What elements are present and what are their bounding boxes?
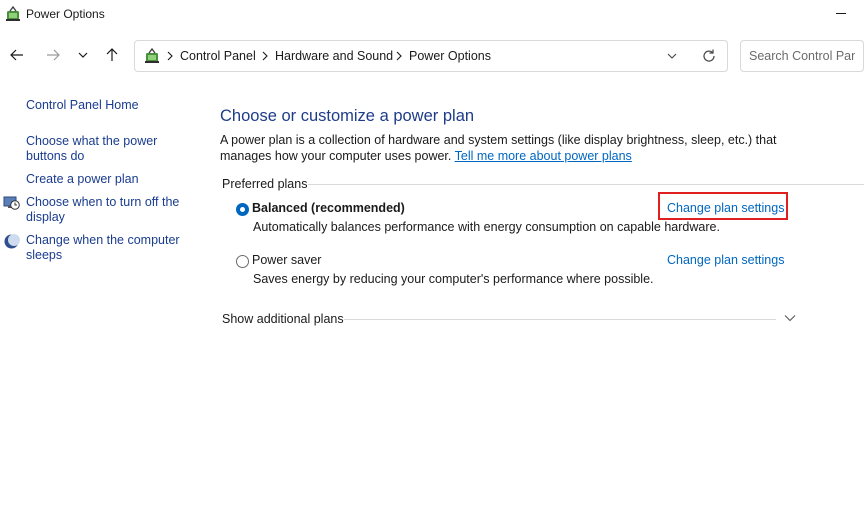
arrow-up-icon — [106, 48, 118, 61]
sidebar-item-power-buttons[interactable]: Choose what the power buttons do — [26, 134, 191, 164]
title-bar: Power Options — [0, 0, 868, 30]
window-title: Power Options — [26, 7, 105, 21]
recent-locations-button[interactable] — [72, 44, 94, 66]
learn-more-link[interactable]: Tell me more about power plans — [455, 149, 632, 163]
change-plan-settings-power-saver[interactable]: Change plan settings — [667, 253, 784, 267]
power-options-icon — [6, 5, 20, 21]
divider — [344, 319, 776, 320]
divider — [308, 184, 864, 185]
chevron-right-icon — [396, 51, 402, 61]
sidebar-item-turn-off-display[interactable]: Choose when to turn off the display — [26, 195, 191, 225]
change-plan-settings-balanced[interactable]: Change plan settings — [667, 201, 784, 215]
plan-description-power-saver: Saves energy by reducing your computer's… — [253, 272, 654, 286]
forward-button[interactable] — [42, 44, 64, 66]
page-title: Choose or customize a power plan — [220, 107, 475, 125]
up-button[interactable] — [101, 44, 123, 66]
chevron-right-icon — [167, 51, 173, 61]
back-button[interactable] — [6, 44, 28, 66]
plan-name-balanced[interactable]: Balanced (recommended) — [252, 201, 405, 215]
navigation-bar: Control Panel Hardware and Sound Power O… — [0, 30, 868, 82]
preferred-plans-label: Preferred plans — [222, 177, 308, 191]
chevron-down-icon[interactable] — [665, 50, 679, 62]
chevron-right-icon — [262, 51, 268, 61]
minimize-icon — [836, 13, 846, 14]
address-bar[interactable]: Control Panel Hardware and Sound Power O… — [134, 40, 728, 72]
chevron-down-icon[interactable] — [783, 313, 797, 323]
breadcrumb-hardware-and-sound[interactable]: Hardware and Sound — [275, 49, 393, 63]
search-box[interactable] — [740, 40, 864, 72]
breadcrumb-control-panel[interactable]: Control Panel — [180, 49, 256, 63]
sidebar-item-control-panel-home[interactable]: Control Panel Home — [26, 98, 191, 113]
radio-power-saver[interactable] — [236, 255, 249, 268]
plan-description-balanced: Automatically balances performance with … — [253, 220, 720, 234]
minimize-button[interactable] — [830, 4, 852, 24]
search-input[interactable] — [741, 41, 863, 71]
radio-balanced[interactable] — [236, 203, 249, 216]
control-panel-icon — [145, 47, 159, 63]
sidebar-item-computer-sleeps[interactable]: Change when the computer sleeps — [26, 233, 191, 263]
refresh-icon[interactable] — [701, 48, 717, 64]
chevron-down-icon — [78, 52, 88, 58]
arrow-left-icon — [10, 49, 23, 61]
breadcrumb-power-options[interactable]: Power Options — [409, 49, 491, 63]
display-clock-icon — [3, 196, 20, 210]
sidebar: Control Panel Home Choose what the power… — [0, 82, 200, 524]
sidebar-item-create-plan[interactable]: Create a power plan — [26, 172, 191, 187]
moon-icon — [4, 234, 20, 249]
plan-name-power-saver[interactable]: Power saver — [252, 253, 321, 267]
arrow-right-icon — [47, 49, 60, 61]
page-description: A power plan is a collection of hardware… — [220, 132, 820, 164]
show-additional-plans[interactable]: Show additional plans — [222, 312, 344, 326]
